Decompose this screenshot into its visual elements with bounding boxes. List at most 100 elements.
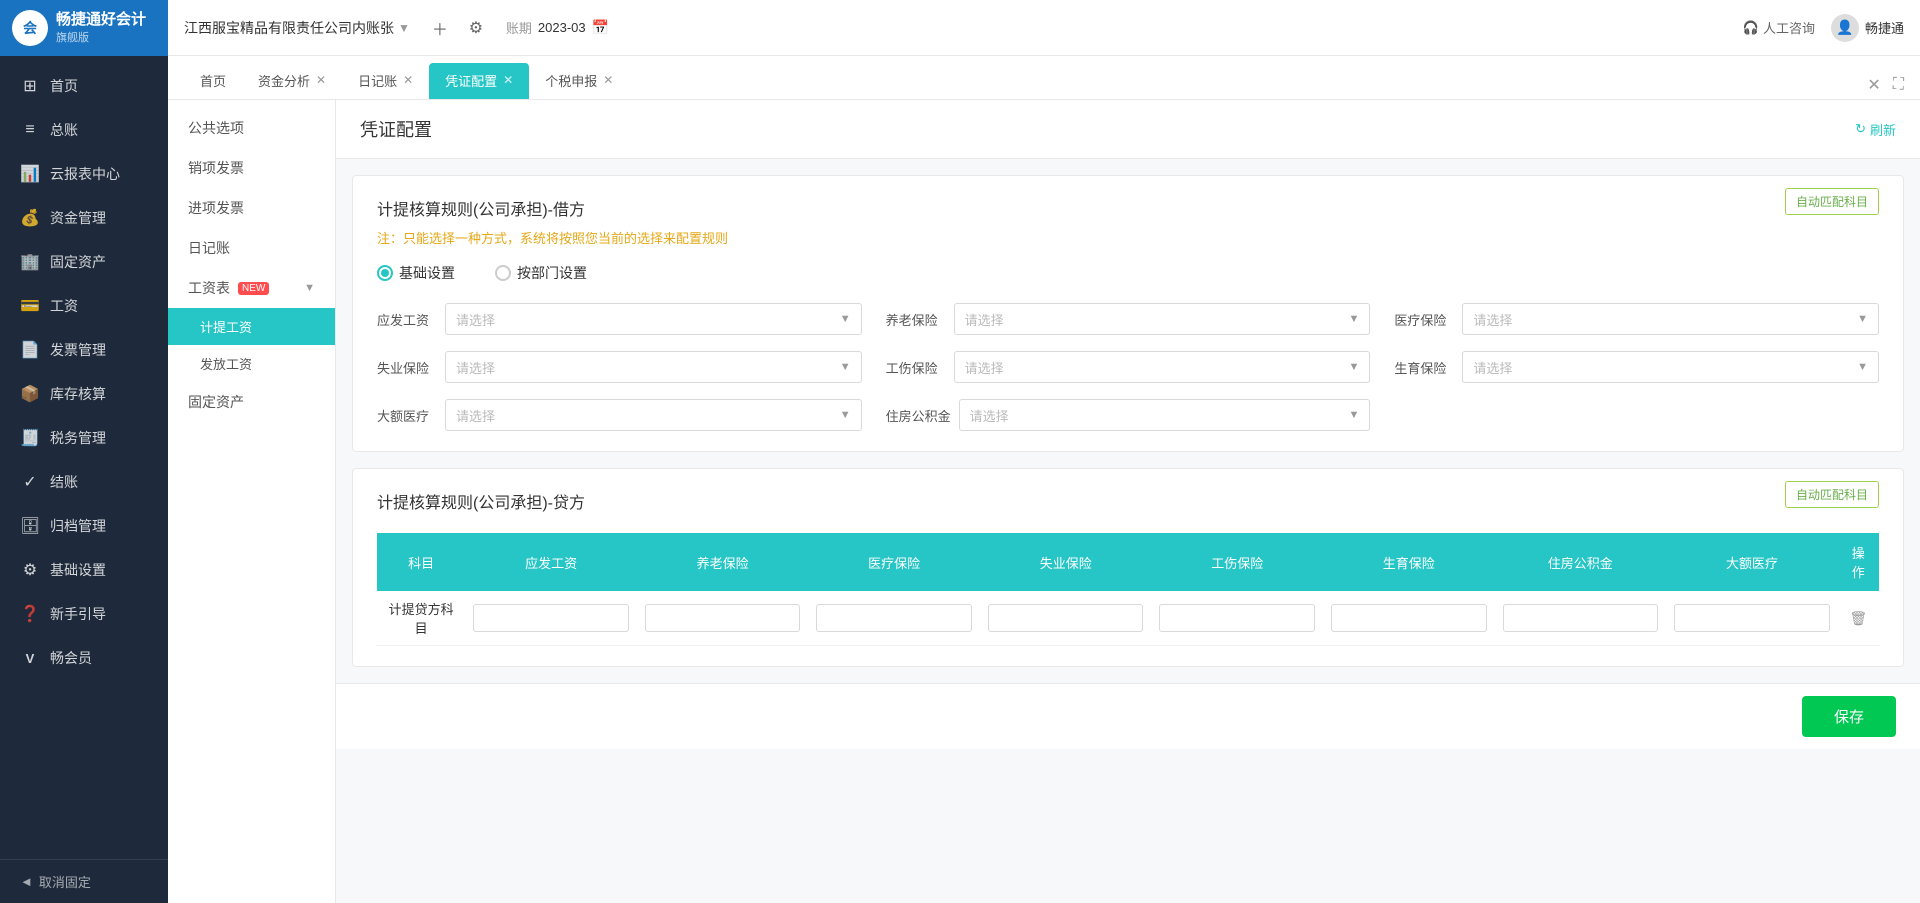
settings-btn[interactable]: ⚙ — [462, 14, 490, 42]
select-pension-placeholder: 请选择 — [965, 310, 1004, 329]
td-medical-input[interactable] — [808, 591, 980, 646]
left-nav-purchase-invoice[interactable]: 进项发票 — [168, 188, 335, 228]
company-selector[interactable]: 江西服宝精品有限责任公司内账张 ▼ — [184, 18, 410, 38]
tab-voucher-config[interactable]: 凭证配置 ✕ — [429, 63, 529, 99]
sidebar-item-salary[interactable]: 💳 工资 — [0, 284, 168, 328]
input-housing[interactable] — [1503, 604, 1659, 632]
td-pension-input[interactable] — [637, 591, 809, 646]
sidebar-item-archive[interactable]: 🗄 归档管理 — [0, 504, 168, 548]
td-gross-input[interactable] — [465, 591, 637, 646]
left-nav-pay-salary[interactable]: 发放工资 — [168, 345, 335, 382]
left-nav-public[interactable]: 公共选项 — [168, 108, 335, 148]
input-gross[interactable] — [473, 604, 629, 632]
input-work-injury[interactable] — [1159, 604, 1315, 632]
td-work-injury-input[interactable] — [1151, 591, 1323, 646]
tab-tax-report[interactable]: 个税申报 ✕ — [529, 63, 629, 99]
radio-department[interactable]: 按部门设置 — [495, 263, 587, 283]
sidebar-item-ledger[interactable]: ≡ 总账 — [0, 108, 168, 152]
auto-match-credit-btn[interactable]: 自动匹配科目 — [1785, 481, 1879, 508]
field-work-injury: 工伤保险 请选择 ▼ — [886, 351, 1371, 383]
tab-funds[interactable]: 资金分析 ✕ — [242, 63, 342, 99]
sidebar-item-tax[interactable]: 🧾 税务管理 — [0, 416, 168, 460]
th-gross: 应发工资 — [465, 533, 637, 591]
tab-voucher-config-close[interactable]: ✕ — [503, 74, 513, 86]
tab-home[interactable]: 首页 — [184, 63, 242, 99]
content-area: 公共选项 销项发票 进项发票 日记账 工资表 NEW ▼ 计提工资 发放工资 — [168, 100, 1920, 903]
sidebar-item-invoice[interactable]: 📄 发票管理 — [0, 328, 168, 372]
th-action: 操作 — [1838, 533, 1879, 591]
delete-row-btn[interactable]: 🗑 — [1849, 610, 1867, 626]
left-nav-journal[interactable]: 日记账 — [168, 228, 335, 268]
refresh-button[interactable]: ↻ 刷新 — [1855, 120, 1896, 139]
service-btn[interactable]: 🎧 人工咨询 — [1743, 18, 1815, 37]
input-maternity[interactable] — [1331, 604, 1487, 632]
tab-tax-report-close[interactable]: ✕ — [603, 74, 613, 86]
select-work-injury[interactable]: 请选择 ▼ — [954, 351, 1371, 383]
input-medical[interactable] — [816, 604, 972, 632]
select-medical[interactable]: 请选择 ▼ — [1462, 303, 1879, 335]
save-button[interactable]: 保存 — [1802, 696, 1896, 737]
select-large-medical[interactable]: 请选择 ▼ — [445, 399, 862, 431]
select-maternity[interactable]: 请选择 ▼ — [1462, 351, 1879, 383]
input-unemployment[interactable] — [988, 604, 1144, 632]
tab-expand-btn[interactable]: ⛶ — [1893, 76, 1904, 94]
left-nav-sales-invoice[interactable]: 销项发票 — [168, 148, 335, 188]
label-gross-salary: 应发工资 — [377, 310, 437, 329]
debit-section-title: 计提核算规则(公司承担)-借方 — [377, 196, 1879, 220]
select-maternity-placeholder: 请选择 — [1473, 358, 1512, 377]
tab-funds-close[interactable]: ✕ — [316, 74, 326, 86]
chevron-down-icon-7: ▼ — [840, 409, 851, 421]
expand-icon: ▼ — [304, 282, 315, 294]
sidebar-nav: ⊞ 首页 ≡ 总账 📊 云报表中心 💰 资金管理 🏢 固定资产 💳 工资 📄 发… — [0, 56, 168, 859]
td-unemployment-input[interactable] — [980, 591, 1152, 646]
sidebar-item-funds[interactable]: 💰 资金管理 — [0, 196, 168, 240]
sidebar-item-guide[interactable]: ❓ 新手引导 — [0, 592, 168, 636]
cancel-fixed-btn[interactable]: ◄ 取消固定 — [0, 859, 168, 903]
input-pension[interactable] — [645, 604, 801, 632]
label-pension: 养老保险 — [886, 310, 946, 329]
sidebar: 会 畅捷通好会计 旗舰版 ⊞ 首页 ≡ 总账 📊 云报表中心 💰 资金管理 🏢 … — [0, 0, 168, 903]
save-bar: 保存 — [336, 683, 1920, 749]
sidebar-item-reports[interactable]: 📊 云报表中心 — [0, 152, 168, 196]
sidebar-item-home[interactable]: ⊞ 首页 — [0, 64, 168, 108]
th-unemployment: 失业保险 — [980, 533, 1152, 591]
sidebar-item-inventory[interactable]: 📦 库存核算 — [0, 372, 168, 416]
field-maternity: 生育保险 请选择 ▼ — [1394, 351, 1879, 383]
sidebar-item-assets[interactable]: 🏢 固定资产 — [0, 240, 168, 284]
label-large-medical: 大额医疗 — [377, 406, 437, 425]
tab-journal-close[interactable]: ✕ — [403, 74, 413, 86]
table-row: 计提贷方科目 🗑 — [377, 591, 1879, 646]
field-large-medical: 大额医疗 请选择 ▼ — [377, 399, 862, 431]
company-dropdown-icon: ▼ — [398, 21, 410, 35]
tab-journal[interactable]: 日记账 ✕ — [342, 63, 429, 99]
select-medical-placeholder: 请选择 — [1473, 310, 1512, 329]
tab-close-btn[interactable]: ✕ — [1867, 75, 1880, 95]
sidebar-item-close[interactable]: ✓ 结账 — [0, 460, 168, 504]
user-menu[interactable]: 👤 畅捷通 — [1831, 14, 1904, 42]
select-pension[interactable]: 请选择 ▼ — [954, 303, 1371, 335]
input-large-medical[interactable] — [1674, 604, 1830, 632]
radio-basic[interactable]: 基础设置 — [377, 263, 455, 283]
td-housing-input[interactable] — [1495, 591, 1667, 646]
new-badge: NEW — [238, 282, 269, 295]
select-gross-salary[interactable]: 请选择 ▼ — [445, 303, 862, 335]
auto-match-debit-btn[interactable]: 自动匹配科目 — [1785, 188, 1879, 215]
left-panel: 公共选项 销项发票 进项发票 日记账 工资表 NEW ▼ 计提工资 发放工资 — [168, 100, 336, 903]
td-maternity-input[interactable] — [1323, 591, 1495, 646]
tab-funds-label: 资金分析 — [258, 71, 310, 90]
select-housing-fund[interactable]: 请选择 ▼ — [959, 399, 1371, 431]
left-nav-fixed-assets[interactable]: 固定资产 — [168, 382, 335, 422]
chevron-down-icon-8: ▼ — [1348, 409, 1359, 421]
select-unemployment[interactable]: 请选择 ▼ — [445, 351, 862, 383]
sidebar-item-vip[interactable]: V 畅会员 — [0, 636, 168, 680]
td-delete[interactable]: 🗑 — [1838, 591, 1879, 646]
period-value: 2023-03 — [538, 20, 586, 35]
sidebar-item-assets-label: 固定资产 — [50, 252, 106, 272]
th-work-injury: 工伤保险 — [1151, 533, 1323, 591]
add-account-btn[interactable]: ＋ — [426, 14, 454, 42]
td-large-medical-input[interactable] — [1666, 591, 1838, 646]
sidebar-item-settings[interactable]: ⚙ 基础设置 — [0, 548, 168, 592]
period-selector[interactable]: 账期 2023-03 📅 — [506, 18, 609, 37]
left-nav-payroll-table[interactable]: 工资表 NEW ▼ — [168, 268, 335, 308]
left-nav-accrued-salary[interactable]: 计提工资 — [168, 308, 335, 345]
